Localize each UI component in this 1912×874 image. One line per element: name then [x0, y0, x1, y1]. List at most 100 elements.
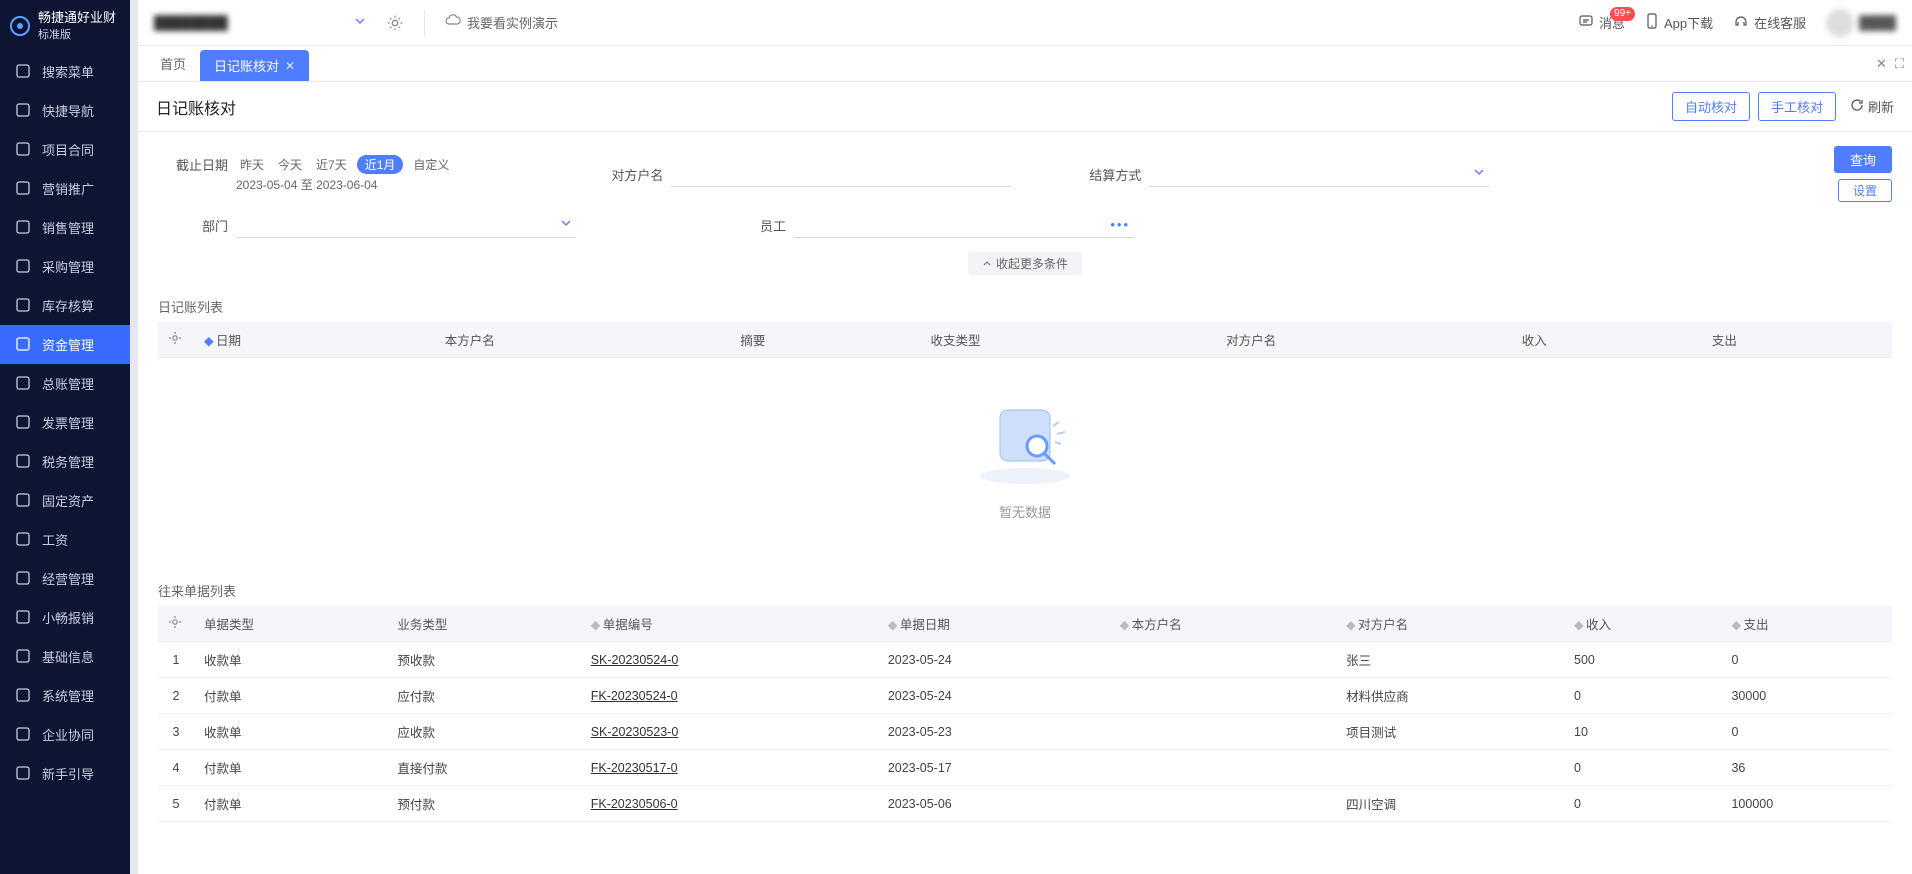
collapse-filters-button[interactable]: 收起更多条件: [968, 252, 1082, 275]
row-index: 2: [158, 678, 194, 714]
cell-doc-type: 付款单: [194, 786, 387, 822]
sidebar-item[interactable]: 快捷导航: [0, 91, 130, 130]
sidebar-item[interactable]: 经营管理: [0, 559, 130, 598]
sidebar-item[interactable]: 固定资产: [0, 481, 130, 520]
cell-doc-no[interactable]: FK-20230524-0: [581, 678, 878, 714]
sidebar-item[interactable]: 采购管理: [0, 247, 130, 286]
sidebar-resize-handle[interactable]: [130, 0, 138, 874]
date-quick-option[interactable]: 昨天: [236, 155, 268, 174]
sidebar-item[interactable]: 销售管理: [0, 208, 130, 247]
sidebar-item-label: 新手引导: [42, 764, 94, 783]
sidebar-item[interactable]: 新手引导: [0, 754, 130, 793]
table-column-header[interactable]: 摘要: [730, 322, 920, 358]
sort-icon: ◆: [1346, 617, 1356, 632]
settings-button[interactable]: 设置: [1838, 179, 1892, 202]
tenant-selector[interactable]: ████████: [154, 15, 334, 30]
column-settings-icon[interactable]: [158, 606, 194, 642]
sidebar-item[interactable]: 工资: [0, 520, 130, 559]
table-column-header[interactable]: 收入: [1512, 322, 1702, 358]
table-column-header[interactable]: ◆日期: [194, 322, 435, 358]
sidebar-item[interactable]: 总账管理: [0, 364, 130, 403]
table-column-header[interactable]: 本方户名: [435, 322, 731, 358]
sidebar-item[interactable]: 营销推广: [0, 169, 130, 208]
tab-close-icon[interactable]: ✕: [285, 59, 295, 73]
sidebar-item[interactable]: 发票管理: [0, 403, 130, 442]
sidebar-item[interactable]: 项目合同: [0, 130, 130, 169]
table-row[interactable]: 3收款单应收款SK-20230523-02023-05-23项目测试100: [158, 714, 1892, 750]
sidebar-item[interactable]: 基础信息: [0, 637, 130, 676]
sidebar-item[interactable]: 小畅报销: [0, 598, 130, 637]
sidebar-item-icon: [14, 452, 32, 470]
messages-button[interactable]: 消息 99+: [1578, 13, 1625, 32]
cloud-icon: [445, 13, 461, 32]
table-column-header[interactable]: ◆单据编号: [581, 606, 878, 642]
table-column-header[interactable]: 单据类型: [194, 606, 387, 642]
refresh-button[interactable]: 刷新: [1850, 97, 1894, 116]
sidebar-item-icon: [14, 647, 32, 665]
column-settings-icon[interactable]: [158, 322, 194, 358]
sidebar-item[interactable]: 企业协同: [0, 715, 130, 754]
tab[interactable]: 日记账核对✕: [200, 50, 309, 81]
sidebar-item-icon: [14, 101, 32, 119]
table-row[interactable]: 5付款单预付款FK-20230506-02023-05-06四川空调010000…: [158, 786, 1892, 822]
table-column-header[interactable]: ◆支出: [1721, 606, 1892, 642]
cell-doc-type: 付款单: [194, 750, 387, 786]
cell-their-account: [1336, 750, 1564, 786]
row-index: 1: [158, 642, 194, 678]
tenant-name: ████████: [154, 15, 228, 30]
user-menu[interactable]: ████: [1826, 9, 1896, 37]
auto-check-button[interactable]: 自动核对: [1672, 92, 1750, 121]
date-quick-option[interactable]: 近1月: [357, 155, 404, 174]
sort-icon: ◆: [1120, 617, 1130, 632]
demo-link[interactable]: 我要看实例演示: [445, 13, 558, 32]
table-column-header[interactable]: 收支类型: [920, 322, 1216, 358]
sidebar-item[interactable]: 税务管理: [0, 442, 130, 481]
cell-doc-no[interactable]: FK-20230506-0: [581, 786, 878, 822]
sidebar-item[interactable]: 系统管理: [0, 676, 130, 715]
table-column-header[interactable]: ◆单据日期: [878, 606, 1110, 642]
date-quick-option[interactable]: 近7天: [312, 155, 351, 174]
cell-doc-no[interactable]: SK-20230523-0: [581, 714, 878, 750]
tab[interactable]: 首页: [146, 46, 200, 81]
brand-name: 畅捷通好业财: [38, 10, 116, 26]
filter-panel: 截止日期 昨天今天近7天近1月自定义 2023-05-04 至 2023-06-…: [138, 132, 1912, 287]
cell-income: 0: [1564, 786, 1721, 822]
table-column-header[interactable]: 对方户名: [1216, 322, 1512, 358]
sidebar-item-label: 库存核算: [42, 296, 94, 315]
sidebar-item-icon: [14, 257, 32, 275]
settle-method-select[interactable]: [1149, 161, 1489, 187]
sidebar-item[interactable]: 资金管理: [0, 325, 130, 364]
gear-icon[interactable]: [386, 14, 404, 32]
table-column-header[interactable]: 支出: [1702, 322, 1892, 358]
service-button[interactable]: 在线客服: [1733, 13, 1806, 32]
tab-close-all-icon[interactable]: ✕: [1876, 56, 1887, 72]
table-column-header[interactable]: ◆收入: [1564, 606, 1721, 642]
table-column-header[interactable]: 业务类型: [387, 606, 580, 642]
date-quick-option[interactable]: 自定义: [409, 155, 453, 174]
query-button[interactable]: 查询: [1834, 146, 1892, 173]
cell-doc-no[interactable]: SK-20230524-0: [581, 642, 878, 678]
bills-section-title: 往来单据列表: [138, 571, 1912, 606]
table-column-header[interactable]: ◆本方户名: [1110, 606, 1337, 642]
counterparty-input[interactable]: [671, 161, 1011, 187]
mobile-icon: [1645, 13, 1659, 32]
sidebar-item[interactable]: 搜索菜单: [0, 52, 130, 91]
cell-doc-no[interactable]: FK-20230517-0: [581, 750, 878, 786]
table-row[interactable]: 2付款单应付款FK-20230524-02023-05-24材料供应商03000…: [158, 678, 1892, 714]
tab-expand-icon[interactable]: ⛶: [1895, 56, 1904, 72]
sidebar-item[interactable]: 库存核算: [0, 286, 130, 325]
cell-income: 0: [1564, 750, 1721, 786]
table-column-header[interactable]: ◆对方户名: [1336, 606, 1564, 642]
emp-label: 员工: [716, 216, 786, 235]
chevron-down-icon: [1473, 166, 1485, 181]
dept-select[interactable]: [236, 212, 576, 238]
table-row[interactable]: 1收款单预收款SK-20230524-02023-05-24张三5000: [158, 642, 1892, 678]
sidebar-item-icon: [14, 218, 32, 236]
chevron-down-icon[interactable]: [354, 15, 366, 30]
manual-check-button[interactable]: 手工核对: [1758, 92, 1836, 121]
cell-doc-date: 2023-05-23: [878, 714, 1110, 750]
table-row[interactable]: 4付款单直接付款FK-20230517-02023-05-17036: [158, 750, 1892, 786]
employee-select[interactable]: •••: [794, 212, 1134, 238]
app-download-button[interactable]: App下载: [1645, 13, 1713, 32]
date-quick-option[interactable]: 今天: [274, 155, 306, 174]
